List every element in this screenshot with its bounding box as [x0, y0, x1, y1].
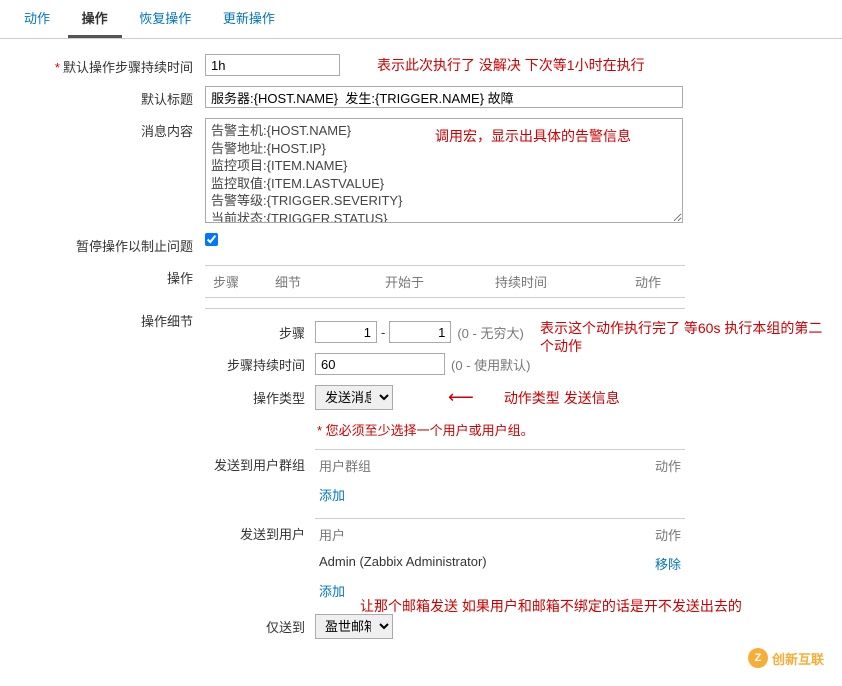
add-user-group-link[interactable]: 添加 [319, 485, 345, 504]
default-subject-label: 默认标题 [10, 86, 205, 108]
step-duration-label: 步骤持续时间 [205, 355, 315, 374]
add-user-link[interactable]: 添加 [319, 581, 345, 600]
step-duration-hint: (0 - 使用默认) [451, 355, 530, 374]
message-textarea[interactable] [205, 118, 683, 223]
user-group-header: 用户群组 [319, 456, 631, 475]
watermark: Z 创新互联 [748, 648, 824, 668]
pause-checkbox[interactable] [205, 233, 218, 246]
user-value: Admin (Zabbix Administrator) [319, 554, 631, 573]
tabs-bar: 动作 操作 恢复操作 更新操作 [0, 0, 842, 39]
step-from-input[interactable] [315, 321, 377, 343]
op-type-select[interactable]: 发送消息 [315, 385, 393, 410]
operations-table-header: 步骤 细节 开始于 持续时间 动作 [205, 266, 685, 298]
tab-recovery[interactable]: 恢复操作 [125, 0, 205, 35]
pause-label: 暂停操作以制止问题 [10, 233, 205, 255]
send-to-group-label: 发送到用户群组 [205, 449, 315, 474]
tab-update[interactable]: 更新操作 [209, 0, 289, 35]
tab-action[interactable]: 动作 [10, 0, 64, 35]
default-subject-input[interactable] [205, 86, 683, 108]
send-to-user-label: 发送到用户 [205, 518, 315, 543]
action-header-2: 动作 [631, 525, 681, 544]
remove-user-link[interactable]: 移除 [655, 557, 681, 572]
step-duration-note: 表示这个动作执行完了 等60s 执行本组的第二个动作 [540, 319, 830, 355]
op-detail-label: 操作细节 [10, 308, 205, 330]
step-hint: (0 - 无穷大) [457, 323, 523, 342]
required-note: 您必须至少选择一个用户或用户组。 [326, 423, 534, 438]
send-only-label: 仅送到 [205, 617, 315, 636]
send-only-select[interactable]: 盈世邮箱 [315, 614, 393, 639]
step-to-input[interactable] [389, 321, 451, 343]
steps-label: 步骤 [205, 323, 315, 342]
step-duration-input[interactable] [315, 353, 445, 375]
default-step-duration-note: 表示此次执行了 没解决 下次等1小时在执行 [377, 55, 645, 75]
action-header-1: 动作 [631, 456, 681, 475]
default-step-duration-label: *默认操作步骤持续时间 [10, 54, 205, 76]
user-header: 用户 [319, 525, 631, 544]
default-step-duration-input[interactable] [205, 54, 340, 76]
op-type-label: 操作类型 [205, 388, 315, 407]
arrow-icon: ⟵ [448, 387, 474, 408]
message-label: 消息内容 [10, 118, 205, 140]
op-type-note: 动作类型 发送信息 [504, 388, 620, 408]
operations-label: 操作 [10, 265, 205, 287]
tab-operation[interactable]: 操作 [68, 0, 122, 38]
watermark-icon: Z [748, 648, 768, 668]
